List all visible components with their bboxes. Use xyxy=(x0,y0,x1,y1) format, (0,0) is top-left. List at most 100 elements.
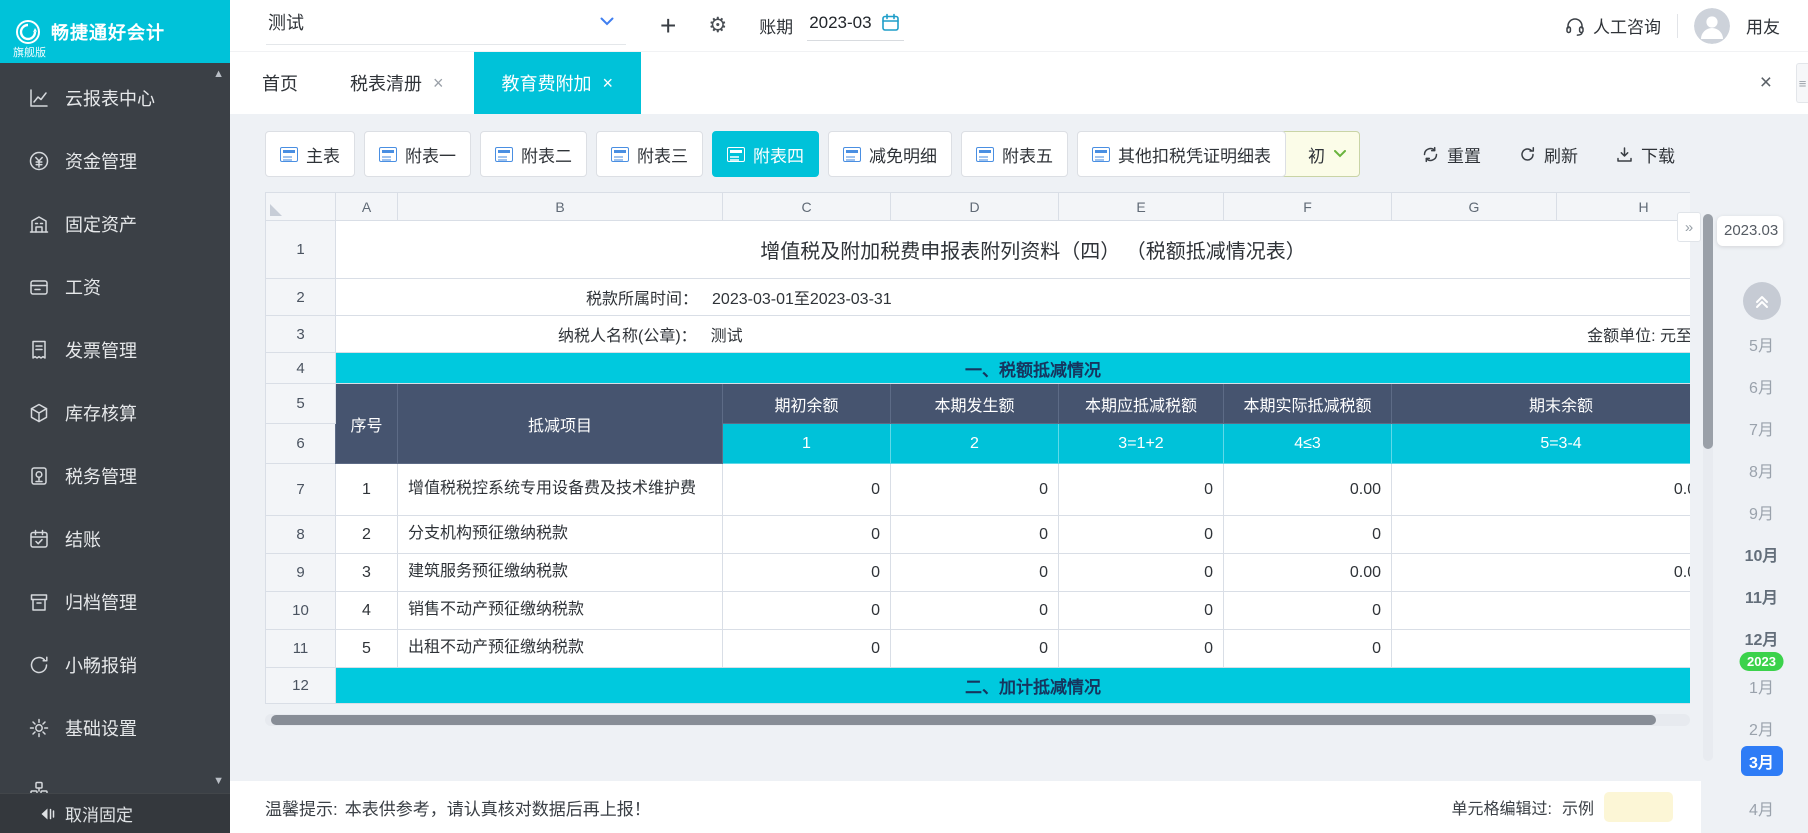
sidebar-item-inventory[interactable]: 库存核算 xyxy=(0,381,230,444)
cell-seq[interactable]: 2 xyxy=(335,515,398,554)
close-all-icon[interactable]: × xyxy=(1760,71,1772,95)
cell-item[interactable]: 销售不动产预征缴纳税款 xyxy=(397,591,723,630)
month-item-may[interactable]: 5月 xyxy=(1715,332,1808,356)
cell-value[interactable]: 0 xyxy=(722,553,891,592)
row-number[interactable]: 5 xyxy=(265,383,336,424)
unpin-sidebar-button[interactable]: 取消固定 xyxy=(0,793,230,833)
row-number[interactable]: 8 xyxy=(265,515,336,554)
month-item-jun[interactable]: 6月 xyxy=(1715,374,1808,398)
row-number[interactable]: 10 xyxy=(265,591,336,630)
row-number[interactable]: 3 xyxy=(265,315,336,353)
header-actual-deducted[interactable]: 本期实际抵减税额 xyxy=(1223,383,1392,424)
horizontal-scrollbar-thumb[interactable] xyxy=(271,715,1656,725)
sidebar-item-reimbursement[interactable]: 小畅报销 xyxy=(0,633,230,696)
report-title-cell[interactable]: 增值税及附加税费申报表附列资料（四） （税额抵减情况表） xyxy=(335,220,1690,279)
add-account-button[interactable]: + xyxy=(660,11,676,40)
sidebar-item-archive[interactable]: 归档管理 xyxy=(0,570,230,633)
expand-panel-button[interactable]: » xyxy=(1677,212,1701,242)
row-number[interactable]: 2 xyxy=(265,278,336,316)
row-number[interactable]: 6 xyxy=(265,423,336,464)
tab-home[interactable]: 首页 xyxy=(262,70,298,96)
month-item-dec[interactable]: 12月 xyxy=(1715,626,1808,650)
vertical-scrollbar-thumb[interactable] xyxy=(1703,214,1713,449)
cell-item[interactable]: 分支机构预征缴纳税款 xyxy=(397,515,723,554)
header-deductible[interactable]: 本期应抵减税额 xyxy=(1058,383,1224,424)
section-2-banner[interactable]: 二、加计抵减情况 xyxy=(335,667,1690,704)
cell-value[interactable]: 0 xyxy=(1058,629,1224,668)
subheader-4[interactable]: 4≤3 xyxy=(1223,423,1392,464)
month-item-jul[interactable]: 7月 xyxy=(1715,416,1808,440)
cell-value[interactable]: 0 xyxy=(1391,515,1690,554)
cell-value[interactable]: 0.00 xyxy=(1223,553,1392,592)
tab-tax-return-list[interactable]: 税表清册 × xyxy=(350,70,444,96)
cell-value[interactable]: 0 xyxy=(1391,629,1690,668)
sheet-tab-appendix-5[interactable]: 附表五 xyxy=(961,131,1068,177)
sidebar-scroll-up-icon[interactable]: ▲ xyxy=(213,68,224,80)
cell-seq[interactable]: 1 xyxy=(335,463,398,516)
tab-list-menu-button[interactable]: ≡ xyxy=(1796,63,1808,103)
scroll-to-top-button[interactable] xyxy=(1742,282,1781,320)
cell-value[interactable]: 0 xyxy=(1058,515,1224,554)
sheet-tab-appendix-3[interactable]: 附表三 xyxy=(596,131,703,177)
cell-value[interactable]: 0 xyxy=(722,591,891,630)
sheet-tab-appendix-4[interactable]: 附表四 xyxy=(712,131,819,177)
close-tab-icon[interactable]: × xyxy=(433,73,444,94)
cell-value[interactable]: 0 xyxy=(1223,515,1392,554)
column-header-d[interactable]: D xyxy=(890,192,1059,221)
cell-item[interactable]: 建筑服务预征缴纳税款 xyxy=(397,553,723,592)
cell-value[interactable]: 0 xyxy=(890,591,1059,630)
cell-seq[interactable]: 5 xyxy=(335,629,398,668)
sidebar-item-closing[interactable]: 结账 xyxy=(0,507,230,570)
sidebar-item-invoices[interactable]: 发票管理 xyxy=(0,318,230,381)
sidebar-item-tax[interactable]: 税务管理 xyxy=(0,444,230,507)
taxpayer-cell[interactable]: 纳税人名称(公章)：测试 金额单位: 元至角分 xyxy=(335,315,1690,353)
row-number[interactable]: 7 xyxy=(265,463,336,516)
row-number[interactable]: 12 xyxy=(265,667,336,704)
avatar[interactable] xyxy=(1694,7,1730,44)
header-seq[interactable]: 序号 xyxy=(335,383,398,464)
row-number[interactable]: 4 xyxy=(265,352,336,384)
column-header-c[interactable]: C xyxy=(722,192,891,221)
row-number[interactable]: 1 xyxy=(265,220,336,279)
cell-item[interactable]: 增值税税控系统专用设备费及技术维护费 xyxy=(397,463,723,516)
section-1-banner[interactable]: 一、税额抵减情况 xyxy=(335,352,1690,384)
sheet-tab-reduction-detail[interactable]: 减免明细 xyxy=(828,131,952,177)
subheader-2[interactable]: 2 xyxy=(890,423,1059,464)
user-name[interactable]: 用友 xyxy=(1746,13,1780,38)
column-header-g[interactable]: G xyxy=(1391,192,1557,221)
cell-value[interactable]: 0 xyxy=(722,515,891,554)
row-number[interactable]: 11 xyxy=(265,629,336,668)
cell-value[interactable]: 0.00 xyxy=(1391,463,1690,516)
month-item-apr[interactable]: 4月 xyxy=(1715,796,1808,820)
column-header-a[interactable]: A xyxy=(335,192,398,221)
cell-value[interactable]: 0 xyxy=(1223,629,1392,668)
sidebar-item-basic-settings[interactable]: 基础设置 xyxy=(0,696,230,759)
spreadsheet[interactable]: A B C D E F G H 1 增值税及附加税费申报表附列资料（四） （税额… xyxy=(265,192,1690,704)
month-item-jan[interactable]: 1月 xyxy=(1715,674,1808,698)
download-button[interactable]: 下载 xyxy=(1616,142,1675,167)
header-current-occurred[interactable]: 本期发生额 xyxy=(890,383,1059,424)
cell-item[interactable]: 出租不动产预征缴纳税款 xyxy=(397,629,723,668)
sheet-tab-other-voucher-detail[interactable]: 其他扣税凭证明细表 xyxy=(1077,131,1286,177)
period-dropdown[interactable]: 初 xyxy=(1277,131,1360,177)
month-item-nov[interactable]: 11月 xyxy=(1715,584,1808,608)
month-item-sep[interactable]: 9月 xyxy=(1715,500,1808,524)
cell-value[interactable]: 0 xyxy=(890,515,1059,554)
sidebar-item-fixed-assets[interactable]: 固定资产 xyxy=(0,192,230,255)
cell-value[interactable]: 0.00 xyxy=(1223,463,1392,516)
column-header-h[interactable]: H xyxy=(1556,192,1690,221)
month-item-mar-active[interactable]: 3月 xyxy=(1740,746,1783,776)
tax-period-cell[interactable]: 税款所属时间： 2023-03-01至2023-03-31 xyxy=(335,278,1690,316)
cell-value[interactable]: 0 xyxy=(1058,591,1224,630)
sidebar-item-funds[interactable]: 资金管理 xyxy=(0,129,230,192)
horizontal-scrollbar[interactable] xyxy=(265,714,1690,726)
month-item-oct[interactable]: 10月 xyxy=(1715,542,1808,566)
column-header-f[interactable]: F xyxy=(1223,192,1392,221)
subheader-1[interactable]: 1 xyxy=(722,423,891,464)
close-tab-icon[interactable]: × xyxy=(603,73,614,94)
cell-value[interactable]: 0 xyxy=(1058,463,1224,516)
cell-value[interactable]: 0 xyxy=(1058,553,1224,592)
cell-value[interactable]: 0 xyxy=(890,553,1059,592)
column-header-e[interactable]: E xyxy=(1058,192,1224,221)
customer-service-button[interactable]: 人工咨询 xyxy=(1565,13,1661,38)
